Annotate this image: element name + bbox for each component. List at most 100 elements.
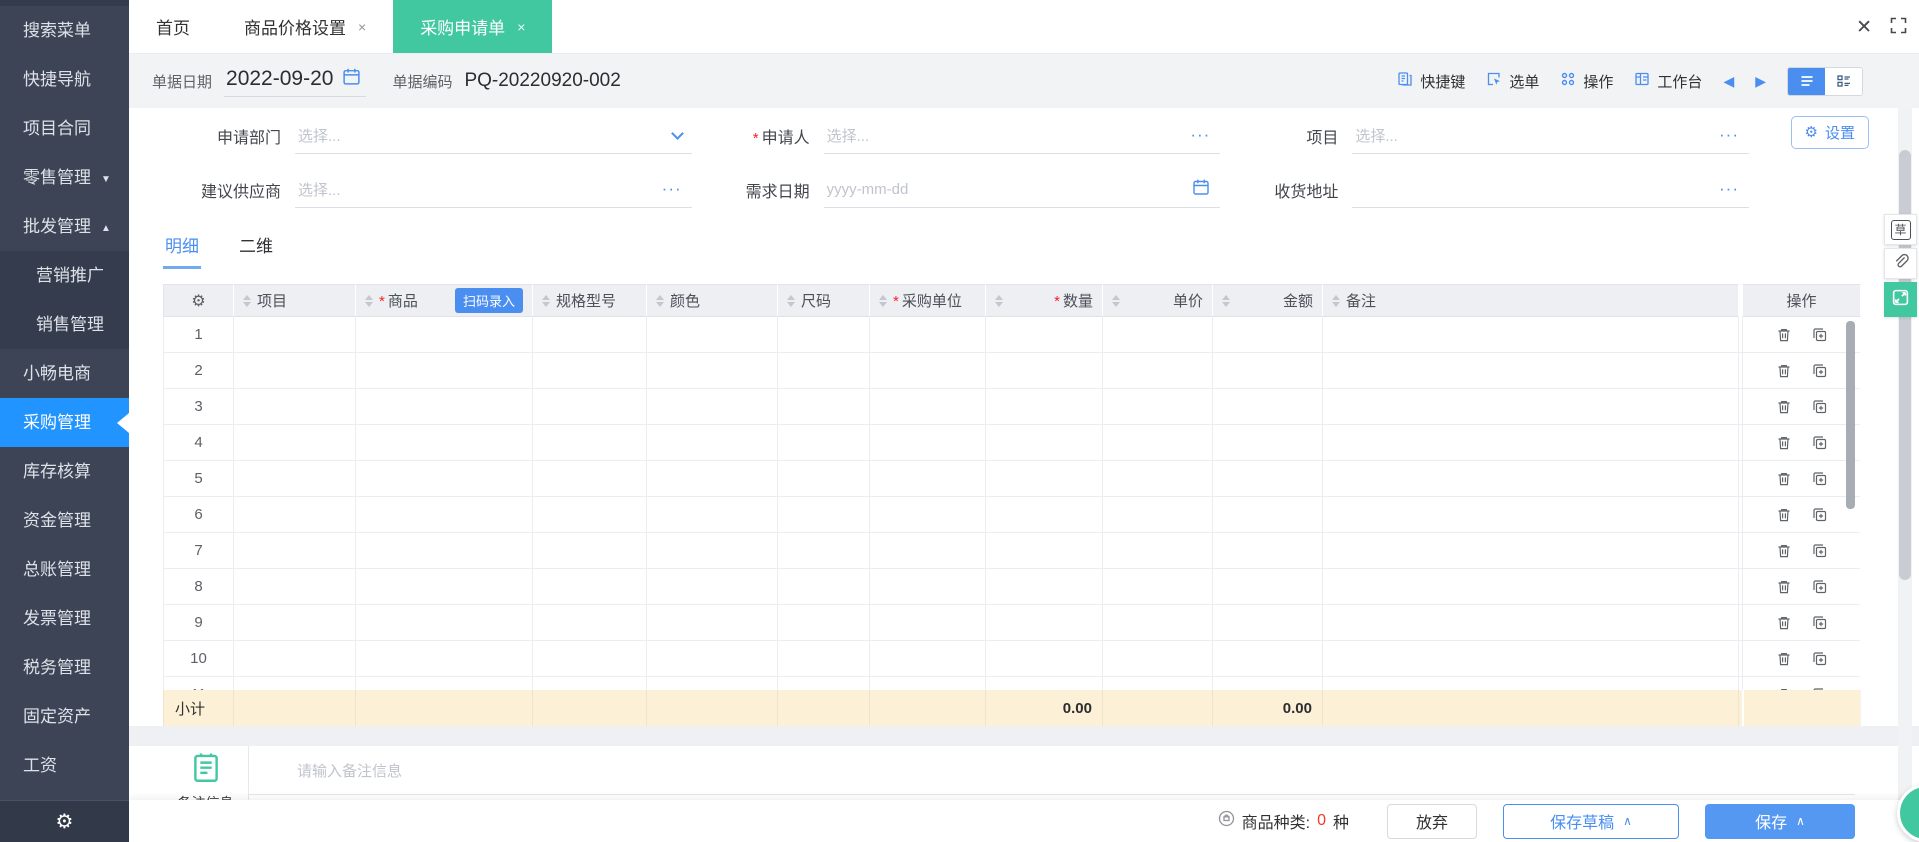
- cell-purchase-unit[interactable]: [870, 317, 986, 352]
- cell-unit-price[interactable]: [1103, 533, 1213, 568]
- cell-purchase-unit[interactable]: [870, 353, 986, 388]
- cell-project[interactable]: [234, 569, 356, 604]
- delete-row-icon[interactable]: [1776, 651, 1792, 667]
- cell-product[interactable]: [356, 605, 533, 640]
- settings-button[interactable]: ⚙ 设置: [1790, 116, 1869, 149]
- delete-row-icon[interactable]: [1776, 579, 1792, 595]
- cell-size[interactable]: [778, 677, 870, 690]
- cell-size[interactable]: [778, 641, 870, 676]
- cell-amount[interactable]: [1213, 497, 1323, 532]
- delete-row-icon[interactable]: [1776, 435, 1792, 451]
- sidebar-settings-button[interactable]: ⚙: [0, 800, 129, 842]
- tab-purchase-request[interactable]: 采购申请单 ×: [393, 0, 553, 53]
- copy-row-icon[interactable]: [1812, 615, 1828, 631]
- cell-purchase-unit[interactable]: [870, 605, 986, 640]
- copy-row-icon[interactable]: [1812, 471, 1828, 487]
- cell-color[interactable]: [647, 389, 778, 424]
- cell-color[interactable]: [647, 605, 778, 640]
- cell-remark[interactable]: [1323, 353, 1739, 388]
- cell-amount[interactable]: [1213, 641, 1323, 676]
- applicant-input[interactable]: 选择... ···: [823, 118, 1221, 154]
- cell-amount[interactable]: [1213, 605, 1323, 640]
- copy-row-icon[interactable]: [1812, 399, 1828, 415]
- cell-remark[interactable]: [1323, 425, 1739, 460]
- sidebar-item-project-contract[interactable]: 项目合同: [0, 104, 129, 153]
- delete-row-icon[interactable]: [1776, 543, 1792, 559]
- cell-size[interactable]: [778, 389, 870, 424]
- delete-row-icon[interactable]: [1776, 615, 1792, 631]
- sort-icon[interactable]: [995, 294, 1003, 307]
- cell-unit-price[interactable]: [1103, 641, 1213, 676]
- cell-spec[interactable]: [533, 605, 647, 640]
- cell-quantity[interactable]: [986, 641, 1103, 676]
- attachment-button[interactable]: [1884, 248, 1917, 279]
- cell-purchase-unit[interactable]: [870, 497, 986, 532]
- cell-purchase-unit[interactable]: [870, 389, 986, 424]
- sort-icon[interactable]: [542, 294, 550, 307]
- cell-color[interactable]: [647, 317, 778, 352]
- close-window-icon[interactable]: ✕: [1856, 18, 1872, 37]
- col-amount[interactable]: 金额: [1213, 284, 1323, 317]
- workbench-button[interactable]: 工作台: [1634, 71, 1702, 92]
- page-scrollbar[interactable]: ▲: [1898, 54, 1912, 842]
- calendar-icon[interactable]: [342, 67, 361, 91]
- cell-product[interactable]: [356, 569, 533, 604]
- cell-purchase-unit[interactable]: [870, 641, 986, 676]
- cell-unit-price[interactable]: [1103, 317, 1213, 352]
- cell-size[interactable]: [778, 605, 870, 640]
- cell-unit-price[interactable]: [1103, 497, 1213, 532]
- cell-unit-price[interactable]: [1103, 461, 1213, 496]
- tab-home[interactable]: 首页: [129, 0, 217, 53]
- cell-product[interactable]: [356, 425, 533, 460]
- cell-spec[interactable]: [533, 425, 647, 460]
- cell-remark[interactable]: [1323, 641, 1739, 676]
- save-button[interactable]: 保存 ∧: [1705, 803, 1855, 839]
- copy-row-icon[interactable]: [1812, 327, 1828, 343]
- cell-project[interactable]: [234, 461, 356, 496]
- close-icon[interactable]: ×: [517, 19, 525, 35]
- copy-row-icon[interactable]: [1812, 543, 1828, 559]
- cell-remark[interactable]: [1323, 389, 1739, 424]
- col-quantity[interactable]: * 数量: [986, 284, 1103, 317]
- doc-date-field[interactable]: 2022-09-20: [224, 65, 367, 97]
- cell-project[interactable]: [234, 533, 356, 568]
- sort-icon[interactable]: [365, 294, 373, 307]
- cell-product[interactable]: [356, 641, 533, 676]
- cell-amount[interactable]: [1213, 533, 1323, 568]
- nav-forward-icon[interactable]: ▶: [1755, 73, 1766, 90]
- cell-purchase-unit[interactable]: [870, 533, 986, 568]
- cell-quantity[interactable]: [986, 677, 1103, 690]
- cell-quantity[interactable]: [986, 353, 1103, 388]
- delete-row-icon[interactable]: [1776, 327, 1792, 343]
- cell-spec[interactable]: [533, 353, 647, 388]
- project-input[interactable]: 选择... ···: [1352, 118, 1749, 154]
- cell-spec[interactable]: [533, 317, 647, 352]
- tab-detail[interactable]: 明细: [163, 230, 201, 269]
- cell-spec[interactable]: [533, 389, 647, 424]
- col-project[interactable]: 项目: [234, 284, 356, 317]
- cell-amount[interactable]: [1213, 569, 1323, 604]
- cell-product[interactable]: [356, 461, 533, 496]
- cell-spec[interactable]: [533, 533, 647, 568]
- cell-remark[interactable]: [1323, 569, 1739, 604]
- cell-purchase-unit[interactable]: [870, 425, 986, 460]
- cell-purchase-unit[interactable]: [870, 461, 986, 496]
- cell-product[interactable]: [356, 497, 533, 532]
- sort-icon[interactable]: [879, 294, 887, 307]
- more-options-icon[interactable]: ···: [1190, 127, 1210, 143]
- sort-icon[interactable]: [787, 294, 795, 307]
- cell-purchase-unit[interactable]: [870, 677, 986, 690]
- cell-project[interactable]: [234, 425, 356, 460]
- cell-spec[interactable]: [533, 677, 647, 690]
- cell-quantity[interactable]: [986, 317, 1103, 352]
- cell-color[interactable]: [647, 461, 778, 496]
- delivery-address-input[interactable]: ···: [1352, 172, 1749, 208]
- cell-amount[interactable]: [1213, 353, 1323, 388]
- cell-quantity[interactable]: [986, 605, 1103, 640]
- col-unit-price[interactable]: 单价: [1103, 284, 1213, 317]
- sort-icon[interactable]: [1222, 294, 1230, 307]
- cell-color[interactable]: [647, 497, 778, 532]
- sort-icon[interactable]: [656, 294, 664, 307]
- cell-project[interactable]: [234, 353, 356, 388]
- cell-amount[interactable]: [1213, 389, 1323, 424]
